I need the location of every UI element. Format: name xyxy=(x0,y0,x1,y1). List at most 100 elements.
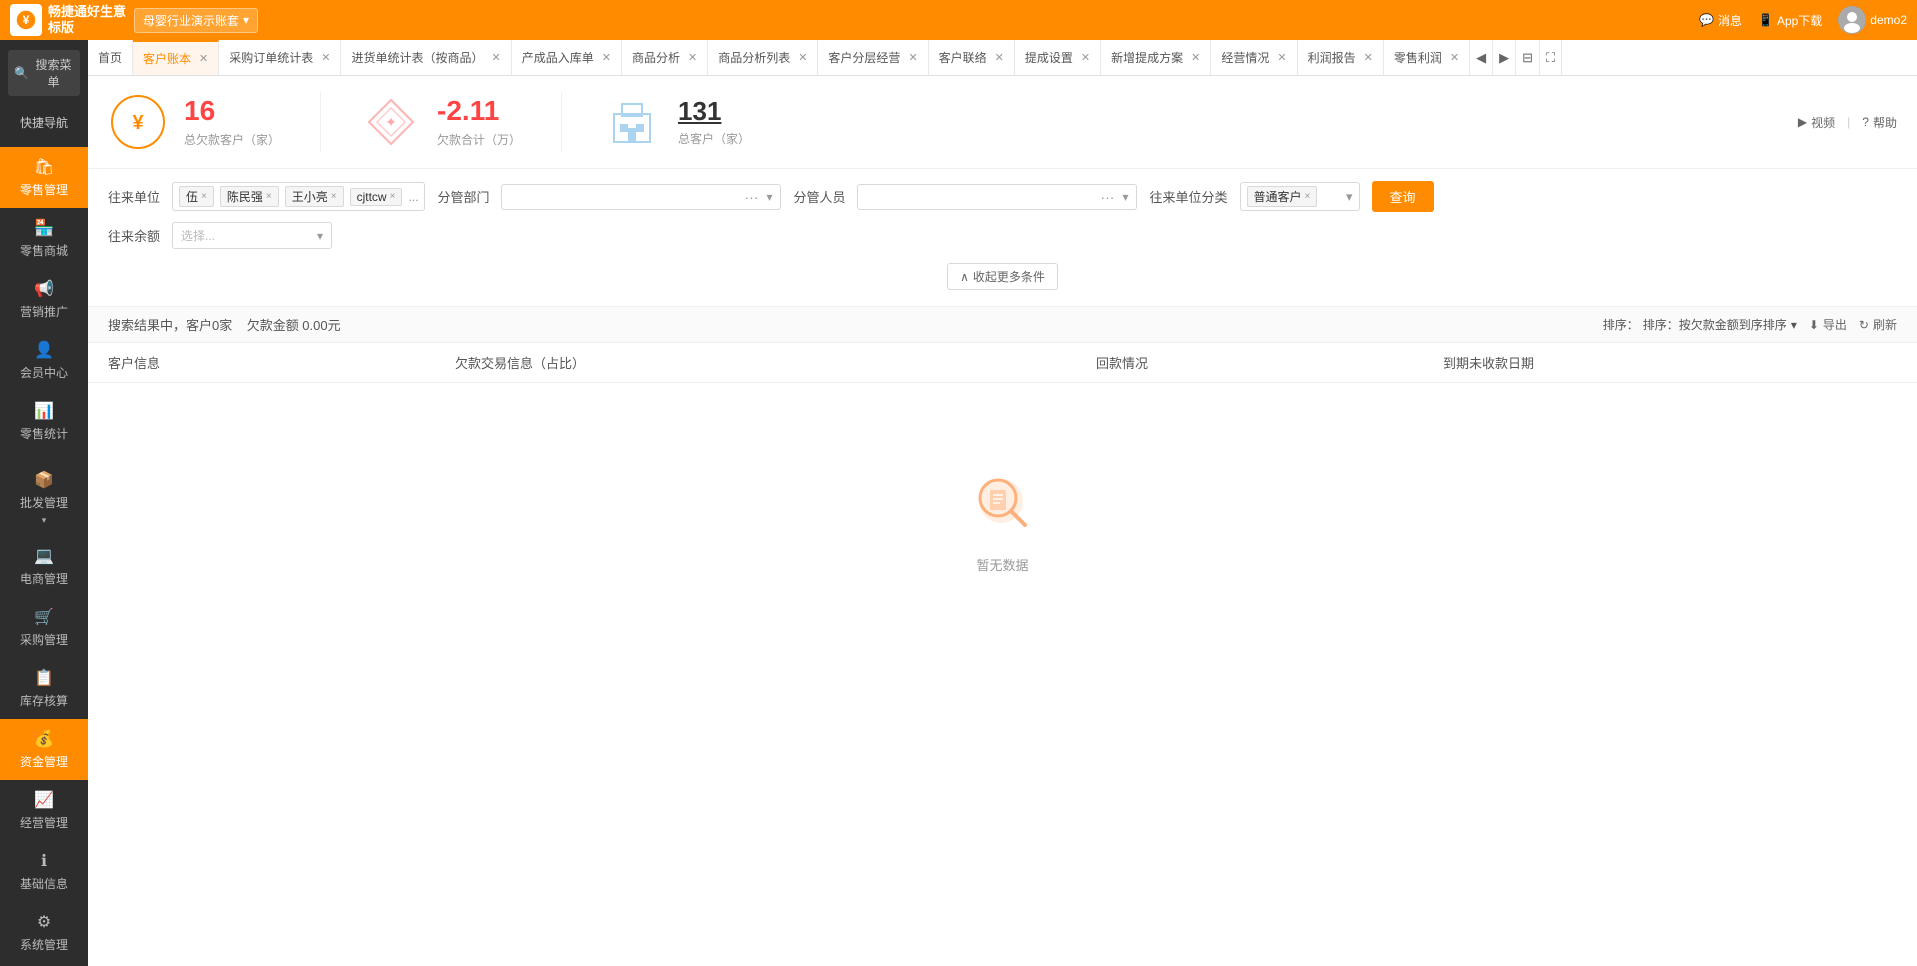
user-menu[interactable]: demo2 xyxy=(1838,6,1907,34)
person-filter-select[interactable]: ··· ▾ xyxy=(857,184,1137,210)
tab-close-icon[interactable]: ✕ xyxy=(908,51,917,64)
result-bar: 搜索结果中，客户0家 欠款金额 0.00元 排序： 排序：按欠款金额到序排序 ▾ xyxy=(88,307,1917,343)
tab-close-icon[interactable]: ✕ xyxy=(1081,51,1090,64)
message-button[interactable]: 💬 消息 xyxy=(1699,12,1742,29)
tab-bar: 首页 客户账本 ✕ 采购订单统计表 ✕ 进货单统计表（按商品） ✕ 产成品入库单… xyxy=(88,40,1917,76)
top-bar-right: 💬 消息 📱 App下载 demo2 xyxy=(1699,6,1907,34)
tag-chen-close-icon[interactable]: × xyxy=(266,191,272,202)
stat-label-customers: 总欠款客户（家） xyxy=(184,131,280,148)
collapse-button[interactable]: ∧ 收起更多条件 xyxy=(947,263,1058,290)
tab-close-icon[interactable]: ✕ xyxy=(1450,51,1459,64)
help-divider: | xyxy=(1847,115,1850,129)
table-header: 客户信息 欠款交易信息（占比） 回款情况 到期未收款日期 xyxy=(88,343,1917,383)
tab-close-icon[interactable]: ✕ xyxy=(1191,51,1200,64)
stats-row: ¥ 16 总欠款客户（家） xyxy=(88,76,1917,169)
tag-chen[interactable]: 陈民强 × xyxy=(220,186,279,207)
search-menu-button[interactable]: 🔍 搜索菜单 xyxy=(8,50,80,96)
sidebar-item-operations[interactable]: 📈 经营管理 xyxy=(0,780,88,841)
tab-retail-profit[interactable]: 零售利润 ✕ xyxy=(1384,40,1470,76)
collapse-row: ∧ 收起更多条件 xyxy=(108,259,1897,294)
tab-add-commission-plan[interactable]: 新增提成方案 ✕ xyxy=(1101,40,1211,76)
sidebar-item-inventory[interactable]: 📋 库存核算 xyxy=(0,658,88,719)
tab-customer-ledger[interactable]: 客户账本 ✕ xyxy=(133,40,219,76)
system-icon: ⚙ xyxy=(37,912,51,932)
balance-filter-label: 往来余额 xyxy=(108,226,160,245)
refresh-button[interactable]: ↻ 刷新 xyxy=(1859,316,1897,333)
sidebar-item-retail-stats[interactable]: 📊 零售统计 xyxy=(0,391,88,452)
unit-filter-tags[interactable]: 伍 × 陈民强 × 王小亮 × xyxy=(172,182,425,211)
sidebar-item-system[interactable]: ⚙ 系统管理 xyxy=(0,902,88,963)
col-repayment: 回款情况 xyxy=(1076,343,1423,383)
tab-close-icon[interactable]: ✕ xyxy=(995,51,1004,64)
tab-inbound-stats[interactable]: 进货单统计表（按商品） ✕ xyxy=(341,40,511,76)
tab-close-icon[interactable]: ✕ xyxy=(492,51,501,64)
tab-customer-tier[interactable]: 客户分层经营 ✕ xyxy=(818,40,928,76)
department-filter-select[interactable]: ··· ▾ xyxy=(501,184,781,210)
tab-next-button[interactable]: ▶ xyxy=(1493,40,1516,76)
person-dots[interactable]: ··· xyxy=(1096,189,1118,205)
tab-close-icon[interactable]: ✕ xyxy=(688,51,697,64)
sort-select[interactable]: 排序： 排序：按欠款金额到序排序 ▾ xyxy=(1603,316,1797,333)
stat-label-total: 总客户（家） xyxy=(678,130,750,147)
tab-commission-settings[interactable]: 提成设置 ✕ xyxy=(1015,40,1101,76)
tab-profit-report[interactable]: 利润报告 ✕ xyxy=(1298,40,1384,76)
tab-close-icon[interactable]: ✕ xyxy=(321,51,330,64)
account-selector[interactable]: 母婴行业演示账套 ▾ xyxy=(134,8,258,33)
sidebar-item-basic-info[interactable]: ℹ 基础信息 xyxy=(0,841,88,902)
query-button[interactable]: 查询 xyxy=(1372,181,1434,212)
sidebar-item-wholesale[interactable]: 📦 批发管理 ▾ xyxy=(0,460,88,536)
sidebar-item-member-center[interactable]: 👤 会员中心 xyxy=(0,330,88,391)
category-filter-label: 往来单位分类 xyxy=(1149,187,1227,206)
balance-filter-select[interactable]: 选择... ▾ xyxy=(172,222,332,249)
sidebar-item-finance[interactable]: 💰 资金管理 xyxy=(0,719,88,780)
tag-cjttcw[interactable]: cjttcw × xyxy=(350,188,403,206)
sidebar-item-marketing[interactable]: 📢 营销推广 xyxy=(0,269,88,330)
tab-close-icon[interactable]: ✕ xyxy=(798,51,807,64)
result-actions: 排序： 排序：按欠款金额到序排序 ▾ ⬇ 导出 ↻ 刷新 xyxy=(1603,316,1897,333)
tab-close-icon[interactable]: ✕ xyxy=(1364,51,1373,64)
tab-purchase-order-stats[interactable]: 采购订单统计表 ✕ xyxy=(219,40,341,76)
balance-arrow-icon: ▾ xyxy=(317,229,323,243)
sidebar-item-purchase[interactable]: 🛒 采购管理 xyxy=(0,597,88,658)
tag-wang-close-icon[interactable]: × xyxy=(331,191,337,202)
tab-product-analysis-list[interactable]: 商品分析列表 ✕ xyxy=(708,40,818,76)
tag-category-close-icon[interactable]: × xyxy=(1305,191,1311,202)
tag-wu-close-icon[interactable]: × xyxy=(201,191,207,202)
tag-normal-customer[interactable]: 普通客户 × xyxy=(1247,186,1318,207)
data-table: 客户信息 欠款交易信息（占比） 回款情况 到期未收款日期 xyxy=(88,343,1917,383)
tab-prev-button[interactable]: ◀ xyxy=(1470,40,1493,76)
empty-text: 暂无数据 xyxy=(976,555,1028,574)
sidebar-quick-nav[interactable]: 快捷导航 xyxy=(0,106,88,139)
tab-close-icon[interactable]: ✕ xyxy=(199,52,208,65)
tag-wu[interactable]: 伍 × xyxy=(179,186,214,207)
tab-close-icon[interactable]: ✕ xyxy=(1277,51,1286,64)
stat-icon-customers: ¥ xyxy=(108,92,168,152)
tab-close-icon[interactable]: ✕ xyxy=(602,51,611,64)
tab-customer-contact[interactable]: 客户联络 ✕ xyxy=(929,40,1015,76)
tag-wang[interactable]: 王小亮 × xyxy=(285,186,344,207)
question-icon: ? xyxy=(1862,115,1869,129)
collapse-up-icon: ∧ xyxy=(960,270,969,284)
department-filter-label: 分管部门 xyxy=(437,187,489,206)
help-button[interactable]: ? 帮助 xyxy=(1862,114,1897,131)
tab-product-analysis[interactable]: 商品分析 ✕ xyxy=(622,40,708,76)
category-filter-tags[interactable]: 普通客户 × ▾ xyxy=(1240,182,1360,211)
department-dots[interactable]: ··· xyxy=(740,189,762,205)
tab-fullscreen-button[interactable]: ⛶ xyxy=(1540,40,1562,76)
tab-business-status[interactable]: 经营情况 ✕ xyxy=(1211,40,1297,76)
sidebar-item-retail-mall[interactable]: 🏪 零售商城 xyxy=(0,208,88,269)
sidebar-item-retail-management[interactable]: 🛍 零售管理 xyxy=(0,147,88,208)
tab-finished-goods[interactable]: 产成品入库单 ✕ xyxy=(512,40,622,76)
export-button[interactable]: ⬇ 导出 xyxy=(1809,316,1847,333)
tag-more-button[interactable]: ... xyxy=(408,190,418,204)
sort-label: 排序： xyxy=(1603,316,1639,333)
video-button[interactable]: ▶ 视频 xyxy=(1798,114,1835,131)
tag-cjttcw-close-icon[interactable]: × xyxy=(390,191,396,202)
svg-text:¥: ¥ xyxy=(23,13,30,27)
tab-home[interactable]: 首页 xyxy=(88,40,133,76)
unit-filter-label: 往来单位 xyxy=(108,187,160,206)
app-download-button[interactable]: 📱 App下载 xyxy=(1758,12,1822,29)
tab-menu-button[interactable]: ⊟ xyxy=(1516,40,1540,76)
avatar xyxy=(1838,6,1866,34)
sidebar-item-ecommerce[interactable]: 💻 电商管理 xyxy=(0,536,88,597)
